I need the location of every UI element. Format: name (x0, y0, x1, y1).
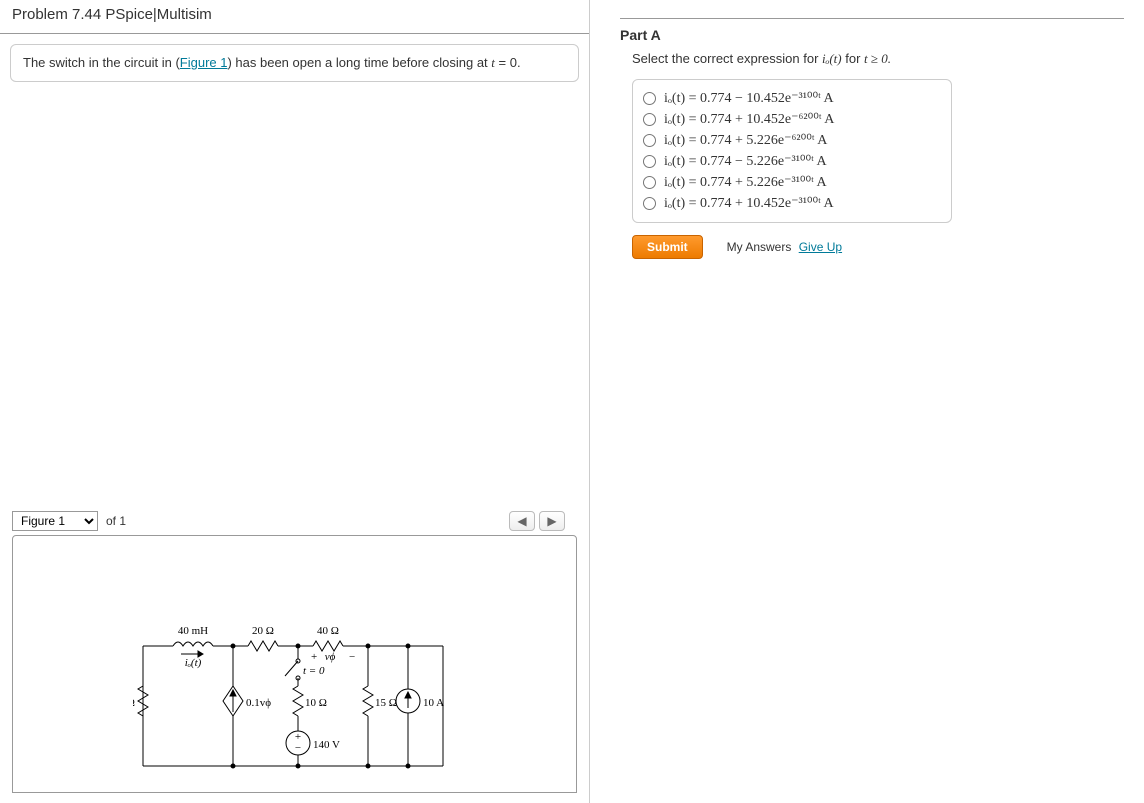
option-label-6: iₒ(t) = 0.774 + 10.452e⁻³¹⁰⁰ᵗ A (664, 195, 834, 212)
give-up-link[interactable]: Give Up (799, 240, 842, 254)
svg-text:−: − (349, 651, 355, 663)
option-radio-6[interactable] (643, 197, 656, 210)
option-label-1: iₒ(t) = 0.774 − 10.452e⁻³¹⁰⁰ᵗ A (664, 90, 834, 107)
label-t0: t = 0 (303, 665, 325, 677)
part-a-title: Part A (620, 27, 1124, 43)
instruction-eq: = 0. (495, 55, 521, 70)
option-radio-4[interactable] (643, 155, 656, 168)
label-vphi: vϕ (325, 651, 336, 663)
figure-of-label: of 1 (106, 514, 126, 528)
label-depsrc: 0.1vϕ (246, 697, 271, 709)
figure-prev-button[interactable]: ◀ (509, 511, 535, 531)
my-answers-label: My Answers (727, 240, 792, 254)
option-radio-2[interactable] (643, 113, 656, 126)
figure-next-button[interactable]: ▶ (539, 511, 565, 531)
problem-title: Problem 7.44 PSpice|Multisim (0, 0, 589, 34)
instruction-box: The switch in the circuit in (Figure 1) … (10, 44, 579, 82)
instruction-text-post: ) has been open a long time before closi… (227, 55, 491, 70)
option-label-4: iₒ(t) = 0.774 − 5.226e⁻³¹⁰⁰ᵗ A (664, 153, 827, 170)
figure-select[interactable]: Figure 1 (12, 511, 98, 531)
option-radio-5[interactable] (643, 176, 656, 189)
label-i10: 10 A (423, 697, 444, 709)
option-radio-3[interactable] (643, 134, 656, 147)
label-r20: 20 Ω (252, 625, 274, 637)
label-inductor: 40 mH (178, 625, 208, 637)
submit-button[interactable]: Submit (632, 235, 703, 259)
label-io: iₒ(t) (185, 657, 202, 669)
options-box: iₒ(t) = 0.774 − 10.452e⁻³¹⁰⁰ᵗ A iₒ(t) = … (632, 79, 952, 223)
option-label-2: iₒ(t) = 0.774 + 10.452e⁻⁶²⁰⁰ᵗ A (664, 111, 834, 128)
instruction-text-pre: The switch in the circuit in ( (23, 55, 180, 70)
label-r15: 15 Ω (375, 697, 397, 709)
label-r40: 40 Ω (317, 625, 339, 637)
option-label-3: iₒ(t) = 0.774 + 5.226e⁻⁶²⁰⁰ᵗ A (664, 132, 827, 149)
circuit-diagram: + − + − 40 mH iₒ(t) 50 Ω (133, 616, 473, 786)
svg-text:+: + (311, 651, 317, 663)
option-radio-1[interactable] (643, 92, 656, 105)
label-v140: 140 V (313, 739, 340, 751)
label-r50: 50 Ω (133, 697, 135, 709)
label-r10: 10 Ω (305, 697, 327, 709)
option-label-5: iₒ(t) = 0.774 + 5.226e⁻³¹⁰⁰ᵗ A (664, 174, 827, 191)
figure-link[interactable]: Figure 1 (180, 55, 228, 70)
figure-canvas: + − + − 40 mH iₒ(t) 50 Ω (12, 535, 577, 793)
svg-text:−: − (295, 742, 301, 754)
answer-links: My Answers Give Up (727, 240, 842, 254)
part-a-prompt: Select the correct expression for iₒ(t) … (620, 51, 1124, 67)
